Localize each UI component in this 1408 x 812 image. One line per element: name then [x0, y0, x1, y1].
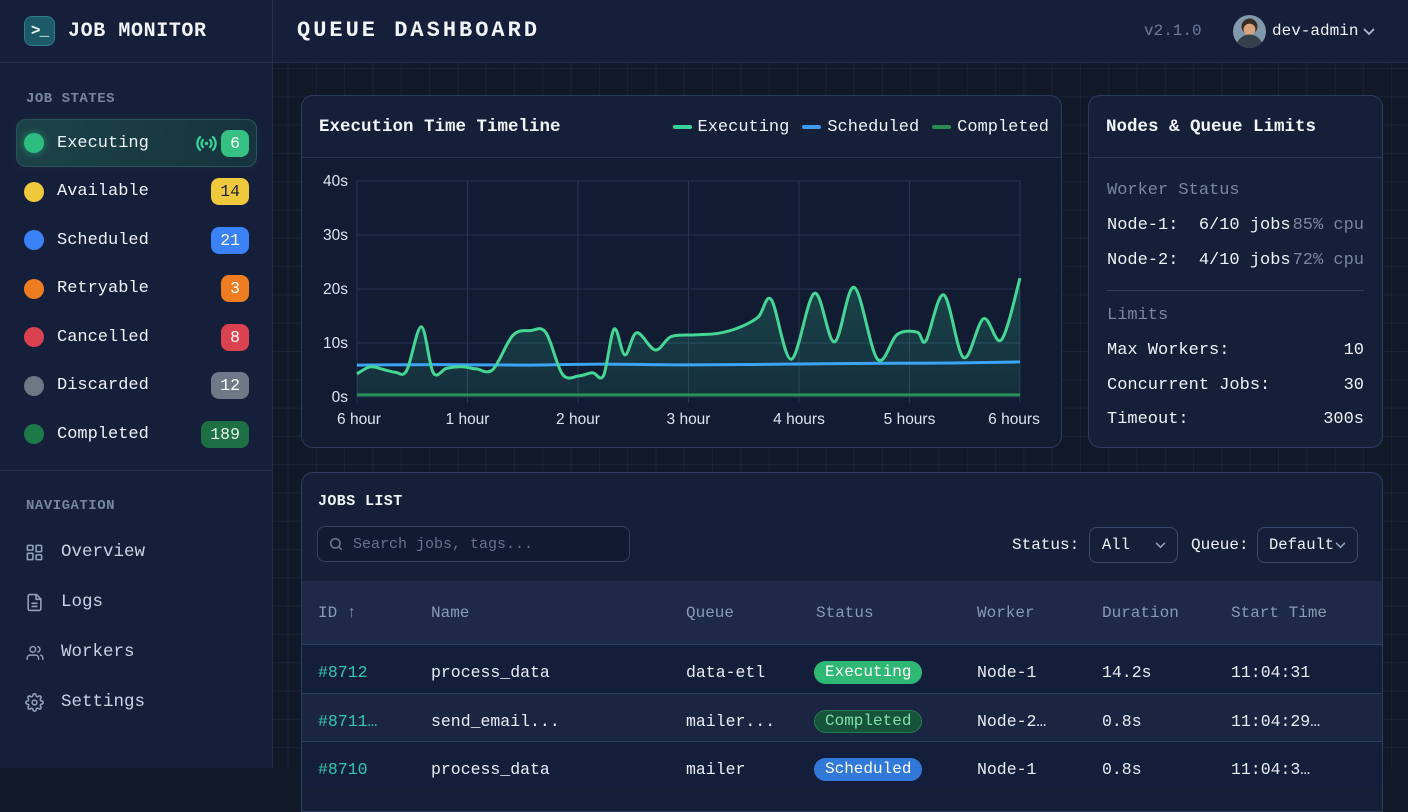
svg-text:40s: 40s — [323, 173, 348, 190]
svg-text:1 hour: 1 hour — [446, 411, 490, 428]
svg-text:2 hour: 2 hour — [556, 411, 600, 428]
svg-text:0s: 0s — [332, 389, 349, 406]
svg-text:10s: 10s — [323, 335, 348, 352]
svg-text:20s: 20s — [323, 281, 348, 298]
svg-text:6 hour: 6 hour — [337, 411, 381, 428]
svg-text:5 hours: 5 hours — [884, 411, 936, 428]
svg-text:30s: 30s — [323, 227, 348, 244]
svg-text:4 hours: 4 hours — [773, 411, 825, 428]
svg-text:3 hour: 3 hour — [667, 411, 711, 428]
svg-text:6 hours: 6 hours — [988, 411, 1040, 428]
